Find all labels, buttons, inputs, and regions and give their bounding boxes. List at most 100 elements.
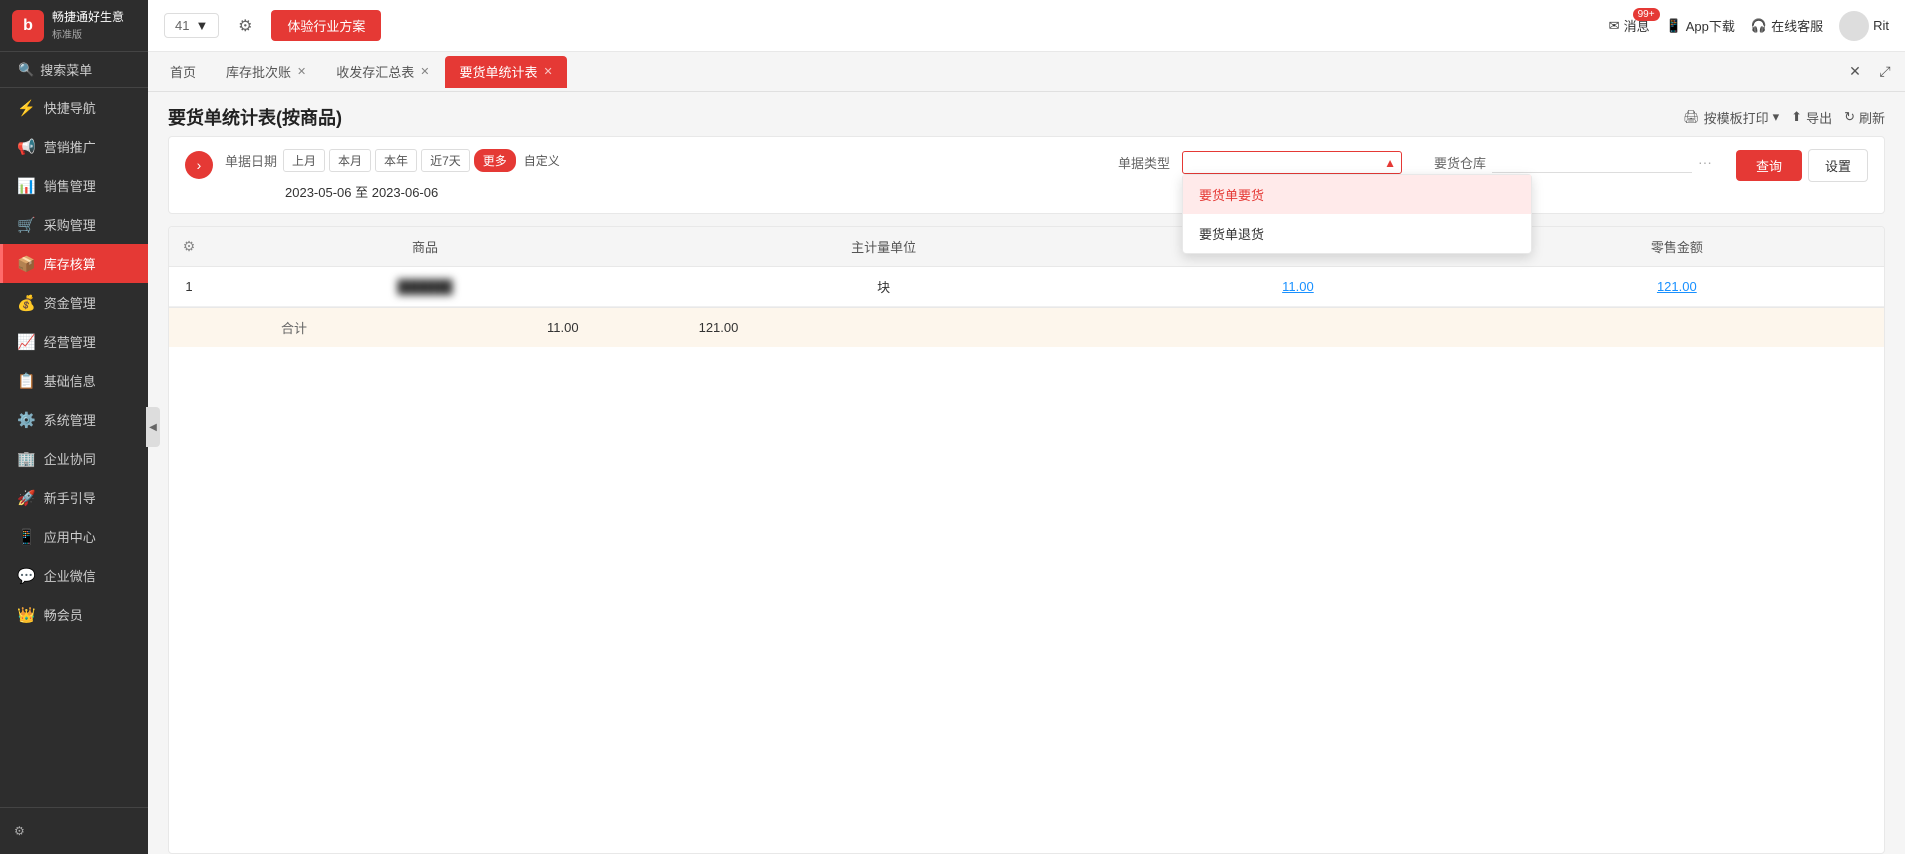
filter-actions: 查询 设置: [1736, 149, 1868, 182]
topbar-settings-btn[interactable]: ⚙: [231, 12, 259, 40]
date-btn-more[interactable]: 更多: [474, 149, 516, 172]
sidebar-item-inventory[interactable]: 📦 库存核算: [0, 244, 148, 283]
inventory-icon: 📦: [17, 255, 36, 273]
msg-btn[interactable]: ✉ 消息 99+: [1609, 16, 1650, 35]
sidebar-item-purchase-mgmt[interactable]: 🛒 采购管理: [0, 205, 148, 244]
app-logo: b 畅捷通好生意 标准版: [0, 0, 148, 52]
print-btn[interactable]: 🖨 按模板打印 ▾: [1683, 108, 1779, 127]
table-footer: 合计 11.00 121.00: [169, 307, 1884, 347]
app-download-btn[interactable]: 📱 App下载: [1666, 16, 1735, 35]
tab-requisition-stats[interactable]: 要货单统计表 ✕: [445, 56, 566, 88]
tab-home-label: 首页: [170, 62, 196, 81]
date-btn-this-year[interactable]: 本年: [375, 149, 417, 172]
warehouse-more-icon[interactable]: ···: [1698, 154, 1712, 170]
date-label: 单据日期: [225, 151, 277, 170]
sidebar-item-finance[interactable]: 💰 资金管理: [0, 283, 148, 322]
refresh-btn[interactable]: ↻ 刷新: [1844, 108, 1885, 127]
tabs-expand-btn[interactable]: ⤢: [1873, 60, 1897, 84]
sidebar-item-wechat-biz[interactable]: 💬 企业微信: [0, 556, 148, 595]
tab-inventory-batch-close[interactable]: ✕: [297, 65, 306, 78]
type-input[interactable]: [1182, 151, 1402, 174]
row-qty: 11.00: [1126, 267, 1469, 307]
tab-inventory-batch[interactable]: 库存批次账 ✕: [212, 56, 320, 88]
sidebar-item-guide[interactable]: 🚀 新手引导: [0, 478, 148, 517]
sys-icon: ⚙️: [17, 411, 36, 429]
tabs-close-all-btn[interactable]: ✕: [1843, 60, 1867, 84]
query-btn[interactable]: 查询: [1736, 150, 1802, 181]
sidebar: b 畅捷通好生意 标准版 🔍 搜索菜单 ⚡ 快捷导航 📢 营销推广 📊 销售管理…: [0, 0, 148, 854]
filter-fields: 单据日期 上月 本月 本年 近7天 更多 自定义 2023-05-06 至 20…: [225, 149, 1086, 201]
purchase-icon: 🛒: [17, 216, 36, 234]
tab-recv-summary-label: 收发存汇总表: [336, 62, 414, 81]
setup-btn[interactable]: 设置: [1808, 149, 1868, 182]
col-settings-icon[interactable]: ⚙: [183, 238, 196, 254]
tabs-bar: 首页 库存批次账 ✕ 收发存汇总表 ✕ 要货单统计表 ✕ ✕ ⤢: [148, 52, 1905, 92]
tab-recv-summary-close[interactable]: ✕: [420, 65, 429, 78]
sidebar-item-marketing-promo[interactable]: 📢 营销推广: [0, 127, 148, 166]
date-range-display: 2023-05-06 至 2023-06-06: [225, 182, 1086, 201]
row-qty-link[interactable]: 11.00: [1282, 279, 1314, 294]
tab-requisition-stats-close[interactable]: ✕: [544, 65, 553, 78]
sidebar-item-label: 营销推广: [44, 137, 96, 156]
type-caret-icon[interactable]: ▲: [1384, 156, 1396, 170]
guide-icon: 🚀: [17, 489, 36, 507]
sidebar-bottom-settings[interactable]: ⚙: [0, 816, 148, 846]
export-btn[interactable]: ⬆ 导出: [1791, 108, 1832, 127]
sidebar-collapse-toggle[interactable]: ◀: [146, 407, 160, 447]
branch-selector[interactable]: 41 ▼: [164, 13, 219, 38]
app-icon: 📱: [1666, 18, 1682, 34]
branch-selector-caret: ▼: [195, 18, 208, 33]
warehouse-filter-field: 要货仓库 ···: [1434, 151, 1712, 173]
warehouse-input[interactable]: [1492, 151, 1692, 173]
page-title: 要货单统计表(按商品): [168, 104, 342, 130]
sidebar-item-label: 新手引导: [44, 488, 96, 507]
dropdown-item-return[interactable]: 要货单退货: [1183, 214, 1531, 253]
service-label: 在线客服: [1771, 16, 1823, 35]
tab-home[interactable]: 首页: [156, 56, 210, 88]
refresh-label: 刷新: [1859, 108, 1885, 127]
chevron-right-icon: ›: [197, 157, 202, 173]
row-num: 1: [169, 267, 209, 307]
date-custom-btn[interactable]: 自定义: [524, 152, 560, 169]
sales-icon: 📊: [17, 177, 36, 195]
export-icon: ⬆: [1791, 109, 1802, 125]
sidebar-search[interactable]: 🔍 搜索菜单: [0, 52, 148, 88]
refresh-icon: ↻: [1844, 109, 1855, 125]
tab-recv-summary[interactable]: 收发存汇总表 ✕: [322, 56, 443, 88]
footer-amount: 121.00: [699, 320, 739, 335]
row-unit: 块: [641, 267, 1126, 307]
search-icon: 🔍: [18, 62, 34, 78]
sidebar-item-members[interactable]: 👑 畅会员: [0, 595, 148, 634]
date-btn-7days[interactable]: 近7天: [421, 149, 470, 172]
page-header: 要货单统计表(按商品) 🖨 按模板打印 ▾ ⬆ 导出 ↻ 刷新: [148, 92, 1905, 136]
dropdown-item-requisition[interactable]: 要货单要货: [1183, 175, 1531, 214]
service-btn[interactable]: 🎧 在线客服: [1751, 16, 1823, 35]
sidebar-item-shortcut[interactable]: ⚡ 快捷导航: [0, 88, 148, 127]
date-btn-this-month[interactable]: 本月: [329, 149, 371, 172]
col-unit-header: 主计量单位: [641, 227, 1126, 267]
filter-panel: › 单据日期 上月 本月 本年 近7天 更多 自定义 2023-05-: [168, 136, 1885, 214]
row-product-text: ██████: [397, 279, 452, 294]
sidebar-item-sales-mgmt[interactable]: 📊 销售管理: [0, 166, 148, 205]
row-amount-link[interactable]: 121.00: [1657, 279, 1697, 294]
row-product: ██████: [209, 267, 641, 307]
trial-btn[interactable]: 体验行业方案: [271, 10, 381, 41]
sidebar-item-enterprise[interactable]: 🏢 企业协同: [0, 439, 148, 478]
date-shortcuts: 上月 本月 本年 近7天 更多 自定义: [283, 149, 560, 172]
sidebar-item-sys-mgmt[interactable]: ⚙️ 系统管理: [0, 400, 148, 439]
service-icon: 🎧: [1751, 18, 1767, 34]
app-label: App下载: [1686, 16, 1735, 35]
branch-num: 41: [175, 18, 189, 33]
sidebar-nav: 📢 营销推广 📊 销售管理 🛒 采购管理 📦 库存核算 💰 资金管理 📈 经营管…: [0, 127, 148, 807]
sidebar-item-base-info[interactable]: 📋 基础信息: [0, 361, 148, 400]
sidebar-item-operations[interactable]: 📈 经营管理: [0, 322, 148, 361]
sidebar-item-app-center[interactable]: 📱 应用中心: [0, 517, 148, 556]
date-filter-field: 单据日期 上月 本月 本年 近7天 更多 自定义: [225, 149, 560, 172]
date-range-text: 2023-05-06 至 2023-06-06: [285, 182, 438, 201]
collapse-icon: ◀: [149, 422, 157, 433]
table-header-row: ⚙ 商品 主计量单位 主数量 零售金额: [169, 227, 1884, 267]
shortcut-label: 快捷导航: [44, 98, 96, 117]
filter-expand-btn[interactable]: ›: [185, 151, 213, 179]
user-avatar-btn[interactable]: Rit: [1839, 11, 1889, 41]
date-btn-last-month[interactable]: 上月: [283, 149, 325, 172]
